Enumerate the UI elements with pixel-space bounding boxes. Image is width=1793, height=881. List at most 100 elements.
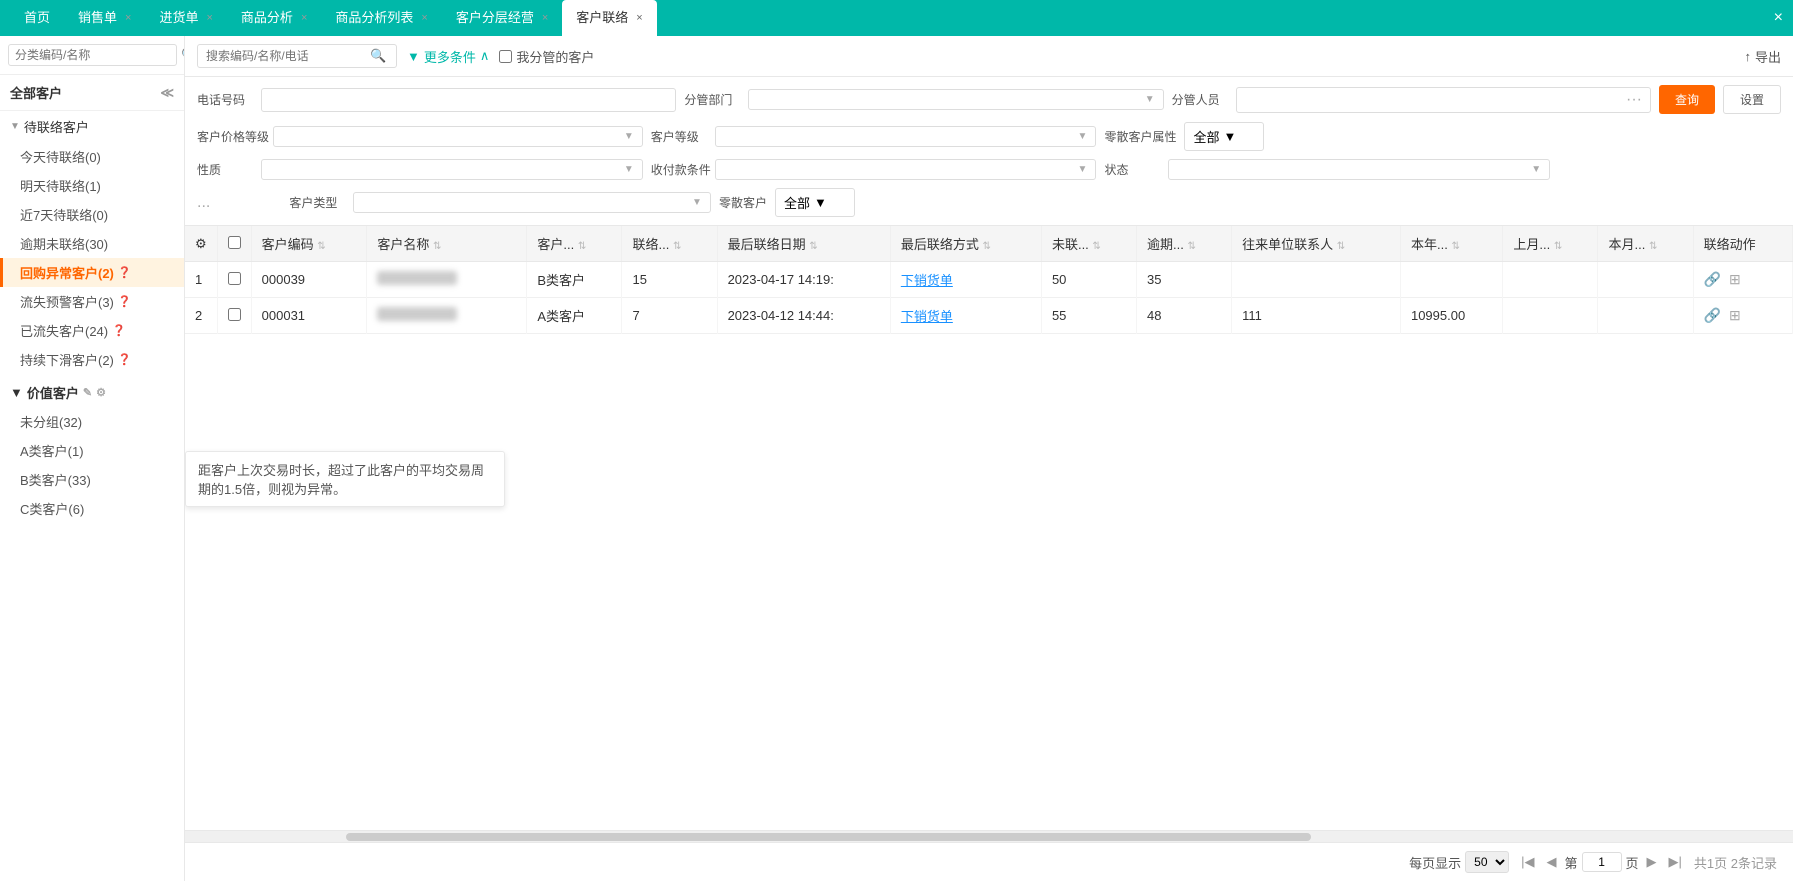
row1-this-year xyxy=(1400,262,1502,298)
filter-row-4: ... 客户类型 ▼ 零散客户 全部 ▼ xyxy=(197,188,1781,217)
table-col-last-date[interactable]: 最后联络日期 ⇅ xyxy=(717,226,890,262)
row2-last-method[interactable]: 下销货单 xyxy=(890,298,1041,334)
table-col-name[interactable]: 客户名称 ⇅ xyxy=(367,226,527,262)
row2-check[interactable] xyxy=(228,308,241,321)
nav-sales[interactable]: 销售单 × xyxy=(64,0,145,36)
sidebar-value-group-title[interactable]: ▼ 价值客户 ✎ ⚙ xyxy=(0,378,184,407)
table-col-last-method[interactable]: 最后联络方式 ⇅ xyxy=(890,226,1041,262)
row2-link-icon[interactable]: 🔗 xyxy=(1704,307,1721,324)
table-col-overdue[interactable]: 逾期... ⇅ xyxy=(1137,226,1232,262)
customer-type-select[interactable]: ▼ xyxy=(353,192,711,213)
nav-product-analysis[interactable]: 商品分析 × xyxy=(227,0,321,36)
table-col-partner[interactable]: 往来单位联系人 ⇅ xyxy=(1232,226,1401,262)
search-icon[interactable]: 🔍 xyxy=(370,48,386,64)
nav-customer-contact[interactable]: 客户联络 × xyxy=(562,0,656,36)
nav-purchase[interactable]: 进货单 × xyxy=(145,0,226,36)
sidebar-item-7days[interactable]: 近7天待联络(0) xyxy=(0,200,184,229)
nav-customer-layered-close[interactable]: × xyxy=(542,0,548,36)
phone-input[interactable] xyxy=(261,88,676,112)
sidebar-item-abnormal[interactable]: 回购异常客户(2) ❓ xyxy=(0,258,184,287)
sidebar-item-churn-warning[interactable]: 流失预警客户(3) ❓ xyxy=(0,287,184,316)
more-dots-icon[interactable]: ... xyxy=(197,195,210,211)
nav-purchase-close[interactable]: × xyxy=(206,0,212,36)
query-button[interactable]: 查询 xyxy=(1659,85,1715,114)
sidebar-search-input[interactable] xyxy=(8,44,177,66)
row1-check[interactable] xyxy=(228,272,241,285)
table-col-this-year[interactable]: 本年... ⇅ xyxy=(1400,226,1502,262)
table-col-this-month[interactable]: 本月... ⇅ xyxy=(1598,226,1693,262)
sidebar-group-pending[interactable]: ▼ 待联络客户 xyxy=(0,111,184,142)
more-filter-btn[interactable]: ▼ 更多条件 ∧ xyxy=(407,47,489,66)
row1-index: 1 xyxy=(185,262,217,298)
table-col-unlocked[interactable]: 未联... ⇅ xyxy=(1041,226,1136,262)
next-page-btn[interactable]: ▶ xyxy=(1643,852,1661,872)
table-row: 2 000031 A类客户 7 20 xyxy=(185,298,1793,334)
person-dots[interactable]: ··· xyxy=(1626,92,1642,108)
nav-product-analysis-close[interactable]: × xyxy=(301,0,307,36)
sidebar-item-today[interactable]: 今天待联络(0) xyxy=(0,142,184,171)
sidebar-value-settings-icon[interactable]: ⚙ xyxy=(96,386,106,399)
nav-customer-contact-close[interactable]: × xyxy=(636,0,642,36)
table-col-code[interactable]: 客户编码 ⇅ xyxy=(251,226,367,262)
status-select[interactable]: ▼ xyxy=(1168,159,1550,180)
export-btn[interactable]: ↑ 导出 xyxy=(1744,47,1781,66)
table-col-settings[interactable]: ⚙ xyxy=(185,226,217,262)
payment-select[interactable]: ▼ xyxy=(715,159,1097,180)
price-grade-select[interactable]: ▼ xyxy=(273,126,643,147)
retail-customer-select[interactable]: 全部 ▼ xyxy=(775,188,855,217)
row2-last-month xyxy=(1503,298,1598,334)
window-close-icon[interactable]: × xyxy=(1774,9,1783,27)
scrollbar-thumb[interactable] xyxy=(346,833,1311,841)
row2-checkbox[interactable] xyxy=(217,298,251,334)
table-col-contact[interactable]: 联络... ⇅ xyxy=(622,226,717,262)
table-col-type[interactable]: 客户... ⇅ xyxy=(527,226,622,262)
sidebar-item-b-class[interactable]: B类客户(33) xyxy=(0,465,184,494)
sidebar-collapse-icon[interactable]: ≪ xyxy=(160,85,174,101)
my-customer-checkbox[interactable]: 我分管的客户 xyxy=(499,47,594,66)
row2-partner: 111 xyxy=(1232,298,1401,334)
horizontal-scrollbar[interactable] xyxy=(185,830,1793,842)
sidebar-all-customers[interactable]: 全部客户 ≪ xyxy=(0,75,184,111)
row1-checkbox[interactable] xyxy=(217,262,251,298)
select-all-checkbox[interactable] xyxy=(228,236,241,249)
customer-grade-select[interactable]: ▼ xyxy=(715,126,1097,147)
sidebar-item-declining[interactable]: 持续下滑客户(2) ❓ xyxy=(0,345,184,374)
nav-product-list[interactable]: 商品分析列表 × xyxy=(321,0,441,36)
nav-product-list-close[interactable]: × xyxy=(421,0,427,36)
row1-code[interactable]: 000039 xyxy=(251,262,367,298)
row1-link-icon[interactable]: 🔗 xyxy=(1704,271,1721,288)
nav-home[interactable]: 首页 xyxy=(10,0,64,36)
filter-person: 分管人员 ··· xyxy=(1172,87,1651,113)
nav-customer-layered[interactable]: 客户分层经营 × xyxy=(442,0,562,36)
sidebar-value-arrow: ▼ xyxy=(10,385,23,400)
search-box[interactable]: 🔍 xyxy=(197,44,397,68)
sidebar-item-c-class[interactable]: C类客户(6) xyxy=(0,494,184,523)
search-input[interactable] xyxy=(206,49,366,63)
settings-button[interactable]: 设置 xyxy=(1723,85,1781,114)
table-area[interactable]: ⚙ 客户编码 ⇅ 客户名称 ⇅ xyxy=(185,226,1793,830)
sidebar-item-unclassified[interactable]: 未分组(32) xyxy=(0,407,184,436)
row2-code[interactable]: 000031 xyxy=(251,298,367,334)
per-page-select[interactable]: 50 xyxy=(1465,851,1509,873)
row2-grid-icon[interactable]: ⊞ xyxy=(1729,307,1741,324)
sidebar-item-a-class[interactable]: A类客户(1) xyxy=(0,436,184,465)
sidebar-edit-icon[interactable]: ✎ xyxy=(83,386,92,399)
person-select[interactable]: ··· xyxy=(1236,87,1651,113)
page-input[interactable] xyxy=(1582,852,1622,872)
row1-grid-icon[interactable]: ⊞ xyxy=(1729,271,1741,288)
prev-page-btn[interactable]: ◀ xyxy=(1543,852,1561,872)
my-customer-check[interactable] xyxy=(499,50,512,63)
retail-attr-select[interactable]: 全部 ▼ xyxy=(1184,122,1264,151)
dept-select[interactable]: ▼ xyxy=(748,89,1163,110)
sidebar-item-churned[interactable]: 已流失客户(24) ❓ xyxy=(0,316,184,345)
sidebar-item-overdue[interactable]: 逾期未联络(30) xyxy=(0,229,184,258)
sidebar-item-tomorrow[interactable]: 明天待联络(1) xyxy=(0,171,184,200)
first-page-btn[interactable]: |◀ xyxy=(1517,852,1538,872)
table-col-last-month[interactable]: 上月... ⇅ xyxy=(1503,226,1598,262)
nav-sales-close[interactable]: × xyxy=(125,0,131,36)
table-col-checkbox[interactable] xyxy=(217,226,251,262)
row1-last-method[interactable]: 下销货单 xyxy=(890,262,1041,298)
last-page-btn[interactable]: ▶| xyxy=(1665,852,1686,872)
gender-select[interactable]: ▼ xyxy=(261,159,643,180)
filter-more-dots: ... xyxy=(197,195,281,211)
